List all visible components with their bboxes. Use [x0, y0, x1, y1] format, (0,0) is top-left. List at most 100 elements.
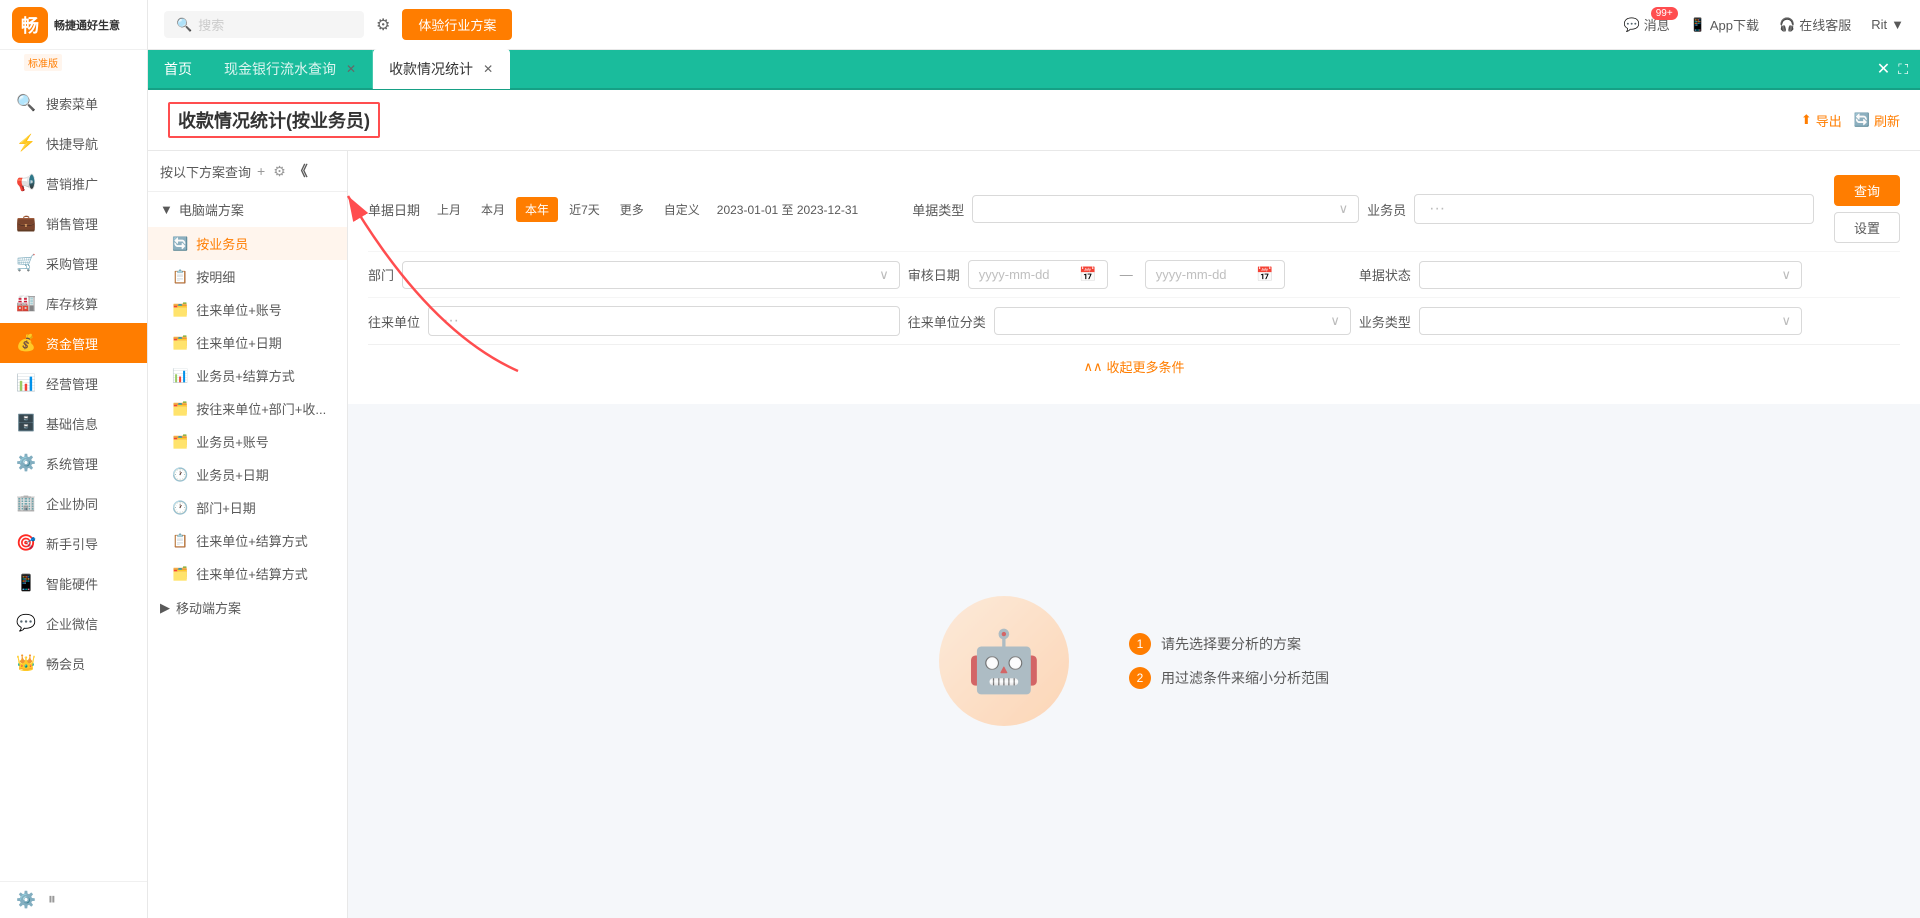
- sidebar-item-finance[interactable]: 💰 资金管理: [0, 323, 147, 363]
- dept-select[interactable]: ∨: [402, 261, 900, 289]
- sidebar: 畅 畅捷通好生意 标准版 🔍 搜索菜单 ⚡ 快捷导航 📢 营销推广 💼 销售管理…: [0, 0, 148, 918]
- date-tab-this-month[interactable]: 本月: [472, 197, 514, 222]
- export-button[interactable]: ⬆ 导出: [1801, 111, 1842, 130]
- sidebar-item-quick-nav[interactable]: ⚡ 快捷导航: [0, 123, 147, 163]
- scheme-item-by-salesperson[interactable]: 🔄 按业务员: [148, 227, 347, 260]
- message-button[interactable]: 💬 消息 99+: [1624, 15, 1670, 34]
- scheme-item-partner-settle1[interactable]: 📋 往来单位+结算方式: [148, 524, 347, 557]
- export-icon: ⬆: [1801, 112, 1812, 128]
- date-tab-last-month[interactable]: 上月: [428, 197, 470, 222]
- tab-maximize-icon[interactable]: ⛶: [1898, 61, 1908, 78]
- salesperson-select[interactable]: ···: [1414, 194, 1814, 224]
- sidebar-item-enterprise[interactable]: 🏢 企业协同: [0, 483, 147, 523]
- user-label: Rit: [1871, 17, 1887, 32]
- system-icon: ⚙️: [16, 453, 36, 473]
- sidebar-item-system[interactable]: ⚙️ 系统管理: [0, 443, 147, 483]
- collapse-more-conditions[interactable]: ∧∧ 收起更多条件: [368, 344, 1900, 388]
- step-2-text: 用过滤条件来缩小分析范围: [1161, 668, 1329, 688]
- partner-cat-select[interactable]: ∨: [994, 307, 1351, 335]
- scheme-item-partner-dept[interactable]: 🗂️ 按往来单位+部门+收...: [148, 392, 347, 425]
- header-right: 💬 消息 99+ 📱 App下载 🎧 在线客服 Rit ▼: [1624, 15, 1905, 34]
- sidebar-item-wechat[interactable]: 💬 企业微信: [0, 603, 147, 643]
- date-tab-this-year[interactable]: 本年: [516, 197, 558, 222]
- scheme-add-button[interactable]: +: [257, 163, 265, 179]
- scheme-item-salesperson-date[interactable]: 🕐 业务员+日期: [148, 458, 347, 491]
- date-tab-custom[interactable]: 自定义: [655, 197, 709, 222]
- settings-bottom-icon[interactable]: ⚙️: [16, 890, 36, 910]
- sidebar-item-member[interactable]: 👑 畅会员: [0, 643, 147, 683]
- user-avatar[interactable]: Rit ▼: [1871, 17, 1904, 32]
- partner-select[interactable]: ···: [428, 306, 900, 336]
- biz-type-select[interactable]: ∨: [1419, 307, 1802, 335]
- sidebar-item-label: 搜索菜单: [46, 94, 98, 113]
- solution-button[interactable]: 体验行业方案: [402, 9, 512, 40]
- online-service-button[interactable]: 🎧 在线客服: [1779, 15, 1851, 34]
- date-tab-more[interactable]: 更多: [611, 197, 653, 222]
- partner-more-icon[interactable]: ···: [439, 312, 463, 330]
- quick-nav-icon: ⚡: [16, 133, 36, 153]
- filter-settings-button[interactable]: 设置: [1834, 212, 1900, 243]
- date-tab-7days[interactable]: 近7天: [560, 197, 609, 222]
- chevron-down-icon: ▼: [160, 202, 173, 217]
- app-download-button[interactable]: 📱 App下载: [1690, 15, 1759, 34]
- tab-close-collection-stat[interactable]: ✕: [483, 62, 493, 76]
- logo-area: 畅 畅捷通好生意: [0, 0, 147, 50]
- sidebar-item-basic[interactable]: 🗄️ 基础信息: [0, 403, 147, 443]
- refresh-button[interactable]: 🔄 刷新: [1854, 111, 1900, 130]
- sidebar-item-guide[interactable]: 🎯 新手引导: [0, 523, 147, 563]
- scheme-item-partner-account[interactable]: 🗂️ 往来单位+账号: [148, 293, 347, 326]
- sidebar-item-hardware[interactable]: 📱 智能硬件: [0, 563, 147, 603]
- marketing-icon: 📢: [16, 173, 36, 193]
- scheme-group-desktop-title[interactable]: ▼ 电脑端方案: [148, 192, 347, 227]
- salesperson-more-icon[interactable]: ···: [1425, 200, 1449, 218]
- tab-collection-stat[interactable]: 收款情况统计 ✕: [373, 49, 510, 89]
- enterprise-icon: 🏢: [16, 493, 36, 513]
- sidebar-item-label: 资金管理: [46, 334, 98, 353]
- sidebar-item-label: 库存核算: [46, 294, 98, 313]
- edition-badge: 标准版: [24, 54, 62, 71]
- query-button[interactable]: 查询: [1834, 175, 1900, 206]
- scheme-collapse-button[interactable]: 《: [294, 161, 308, 181]
- sidebar-item-operation[interactable]: 📊 经营管理: [0, 363, 147, 403]
- download-icon: 📱: [1690, 17, 1706, 33]
- tab-close-window-icon[interactable]: ✕: [1877, 59, 1890, 79]
- tab-close-bank-flow[interactable]: ✕: [346, 62, 356, 76]
- audit-date-to-input[interactable]: yyyy-mm-dd 📅: [1145, 260, 1285, 289]
- header-search-bar[interactable]: 🔍 搜索: [164, 11, 364, 38]
- scheme-item-salesperson-settle[interactable]: 📊 业务员+结算方式: [148, 359, 347, 392]
- calendar-from-icon: 📅: [1079, 266, 1096, 283]
- scheme-item-dept-date[interactable]: 🕐 部门+日期: [148, 491, 347, 524]
- doc-type-select[interactable]: ∨: [972, 195, 1359, 223]
- sidebar-item-purchase[interactable]: 🛒 采购管理: [0, 243, 147, 283]
- doc-status-select[interactable]: ∨: [1419, 261, 1802, 289]
- audit-date-from-input[interactable]: yyyy-mm-dd 📅: [968, 260, 1108, 289]
- member-icon: 👑: [16, 653, 36, 673]
- tab-home[interactable]: 首页: [148, 59, 208, 79]
- logo-text: 畅捷通好生意: [54, 17, 120, 33]
- tab-bank-flow[interactable]: 现金银行流水查询 ✕: [208, 49, 373, 89]
- dept-chevron: ∨: [879, 267, 889, 283]
- gear-icon[interactable]: ⚙: [376, 15, 390, 35]
- sidebar-bottom: ⚙️ ⏸: [0, 881, 147, 918]
- scheme-item-salesperson-account[interactable]: 🗂️ 业务员+账号: [148, 425, 347, 458]
- scheme-group-desktop: ▼ 电脑端方案 🔄 按业务员 📋 按明细 🗂️: [148, 192, 347, 590]
- hardware-icon: 📱: [16, 573, 36, 593]
- step-2-number: 2: [1129, 667, 1151, 689]
- scheme-item-by-detail[interactable]: 📋 按明细: [148, 260, 347, 293]
- salesperson-settle-icon: 📊: [172, 368, 188, 384]
- sidebar-item-warehouse[interactable]: 🏭 库存核算: [0, 283, 147, 323]
- service-icon: 🎧: [1779, 17, 1795, 33]
- online-service-label: 在线客服: [1799, 15, 1851, 34]
- salesperson-account-icon: 🗂️: [172, 434, 188, 450]
- date-sep: —: [1120, 267, 1133, 282]
- sidebar-item-marketing[interactable]: 📢 营销推广: [0, 163, 147, 203]
- scheme-item-partner-date[interactable]: 🗂️ 往来单位+日期: [148, 326, 347, 359]
- sidebar-item-search-menu[interactable]: 🔍 搜索菜单: [0, 83, 147, 123]
- partner-cat-chevron: ∨: [1330, 313, 1340, 329]
- sidebar-item-sales[interactable]: 💼 销售管理: [0, 203, 147, 243]
- scheme-group-mobile-title[interactable]: ▶ 移动端方案: [148, 590, 347, 625]
- scheme-settings-button[interactable]: ⚙: [273, 163, 286, 180]
- scheme-item-partner-settle2[interactable]: 🗂️ 往来单位+结算方式: [148, 557, 347, 590]
- collapse-sidebar-icon[interactable]: ⏸: [48, 891, 56, 909]
- sidebar-item-label: 系统管理: [46, 454, 98, 473]
